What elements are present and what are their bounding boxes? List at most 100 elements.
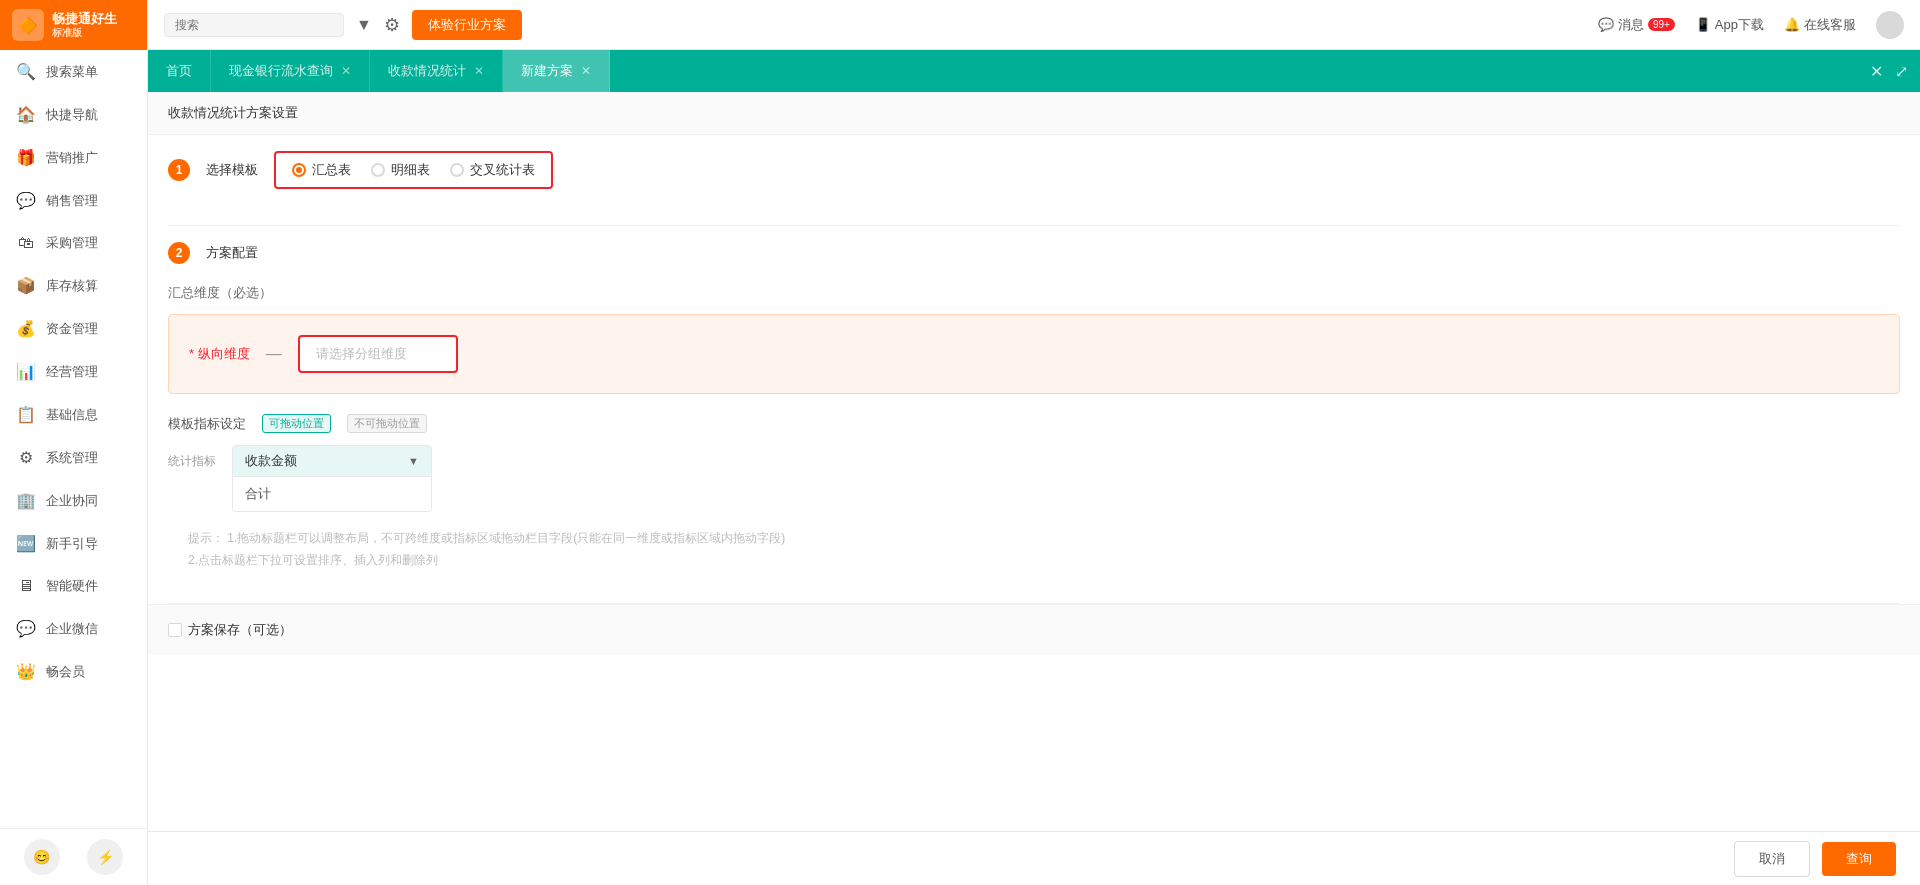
dimension-title: 汇总维度（必选）: [168, 284, 1900, 302]
sidebar-label-search-menu: 搜索菜单: [46, 63, 98, 81]
sidebar-item-marketing[interactable]: 🎁 营销推广: [0, 136, 147, 179]
close-window-icon[interactable]: ✕: [1870, 62, 1883, 81]
sidebar-icon-sales: 💬: [16, 191, 36, 210]
sidebar-item-cooperation[interactable]: 🏢 企业协同: [0, 479, 147, 522]
immovable-badge-label: 不可拖动位置: [354, 417, 420, 429]
sidebar-logo: 🔶 畅捷通好生 标准版: [0, 0, 147, 50]
sidebar-bottom: 😊 ⚡: [0, 828, 147, 885]
radio-summary-label: 汇总表: [312, 161, 351, 179]
tab-label-new-plan: 新建方案: [521, 62, 573, 80]
radio-summary[interactable]: 汇总表: [292, 161, 351, 179]
radio-cross[interactable]: 交叉统计表: [450, 161, 535, 179]
save-checkbox[interactable]: [168, 623, 182, 637]
sidebar-icon-search-menu: 🔍: [16, 62, 36, 81]
step1-row: 1 选择模板 汇总表 明细表: [168, 151, 1900, 189]
tab-label-home: 首页: [166, 62, 192, 80]
sidebar-icon-finance: 💰: [16, 319, 36, 338]
sidebar-label-system: 系统管理: [46, 449, 98, 467]
sidebar-items-list: 🔍 搜索菜单 🏠 快捷导航 🎁 营销推广 💬 销售管理 🛍 采购管理 📦 库存核…: [0, 50, 147, 693]
query-button[interactable]: 查询: [1822, 842, 1896, 876]
vertical-dimension-label: * 纵向维度: [189, 345, 250, 363]
search-input[interactable]: [164, 13, 344, 37]
sidebar-item-wechat[interactable]: 💬 企业微信: [0, 607, 147, 650]
radio-detail-label: 明细表: [391, 161, 430, 179]
sidebar-item-hardware[interactable]: 🖥 智能硬件: [0, 565, 147, 607]
logo-sub-text: 标准版: [52, 27, 117, 39]
sidebar-item-operations[interactable]: 📊 经营管理: [0, 350, 147, 393]
sidebar-label-guide: 新手引导: [46, 535, 98, 553]
movable-badge: 可拖动位置: [262, 414, 331, 433]
step2-badge: 2: [168, 242, 190, 264]
save-section: 方案保存（可选）: [148, 604, 1920, 655]
dimension-row: * 纵向维度 — 请选择分组维度: [189, 335, 1879, 373]
sidebar-item-inventory[interactable]: 📦 库存核算: [0, 264, 147, 307]
tab-new-plan[interactable]: 新建方案 ✕: [503, 50, 610, 92]
metrics-table: 收款金额 ▼ 合计: [232, 445, 432, 512]
settings-icon[interactable]: ⚙: [384, 14, 400, 36]
dimension-select[interactable]: 请选择分组维度: [298, 335, 458, 373]
message-badge: 99+: [1648, 18, 1675, 31]
stats-label-col: 统计指标: [168, 445, 216, 477]
step1-label: 选择模板: [206, 161, 258, 179]
sidebar-icon-quick-nav: 🏠: [16, 105, 36, 124]
sidebar-item-member[interactable]: 👑 畅会员: [0, 650, 147, 693]
sidebar-item-guide[interactable]: 🆕 新手引导: [0, 522, 147, 565]
sidebar-item-base-info[interactable]: 📋 基础信息: [0, 393, 147, 436]
radio-cross-label: 交叉统计表: [470, 161, 535, 179]
app-download-btn[interactable]: 📱 App下载: [1695, 16, 1764, 34]
save-checkbox-label[interactable]: 方案保存（可选）: [168, 621, 292, 639]
user-avatar[interactable]: [1876, 11, 1904, 39]
sidebar-item-finance[interactable]: 💰 资金管理: [0, 307, 147, 350]
sidebar-item-sales[interactable]: 💬 销售管理: [0, 179, 147, 222]
sidebar-icon-guide: 🆕: [16, 534, 36, 553]
tab-close-bank-flow[interactable]: ✕: [341, 64, 351, 78]
sidebar-icon-base-info: 📋: [16, 405, 36, 424]
metrics-table-header[interactable]: 收款金额 ▼: [233, 446, 431, 477]
sidebar-icon-hardware: 🖥: [16, 577, 36, 595]
sidebar-label-finance: 资金管理: [46, 320, 98, 338]
sidebar-icon-cooperation: 🏢: [16, 491, 36, 510]
sidebar-item-purchase[interactable]: 🛍 采购管理: [0, 222, 147, 264]
column-dropdown-icon[interactable]: ▼: [408, 455, 419, 467]
sidebar-label-purchase: 采购管理: [46, 234, 98, 252]
tab-close-new-plan[interactable]: ✕: [581, 64, 591, 78]
tab-home[interactable]: 首页: [148, 50, 211, 92]
immovable-badge: 不可拖动位置: [347, 414, 427, 433]
trial-button[interactable]: 体验行业方案: [412, 10, 522, 40]
sidebar-icon-purchase: 🛍: [16, 234, 36, 252]
sidebar-label-quick-nav: 快捷导航: [46, 106, 98, 124]
sidebar-label-member: 畅会员: [46, 663, 85, 681]
sidebar-label-cooperation: 企业协同: [46, 492, 98, 510]
online-service-btn[interactable]: 🔔 在线客服: [1784, 16, 1856, 34]
sidebar-item-quick-nav[interactable]: 🏠 快捷导航: [0, 93, 147, 136]
tab-close-collection-stats[interactable]: ✕: [474, 64, 484, 78]
page-title-bar: 收款情况统计方案设置: [148, 92, 1920, 135]
sidebar-item-system[interactable]: ⚙ 系统管理: [0, 436, 147, 479]
movable-badge-label: 可拖动位置: [269, 417, 324, 429]
sidebar-label-inventory: 库存核算: [46, 277, 98, 295]
stats-column-label: 统计指标: [168, 445, 216, 477]
online-service-label: 在线客服: [1804, 16, 1856, 34]
service-icon: 🔔: [1784, 17, 1800, 32]
message-label: 消息: [1618, 16, 1644, 34]
sidebar-label-base-info: 基础信息: [46, 406, 98, 424]
dropdown-icon[interactable]: ▼: [356, 16, 372, 34]
radio-detail[interactable]: 明细表: [371, 161, 430, 179]
page-title: 收款情况统计方案设置: [168, 105, 298, 120]
sidebar-bottom-btn-right[interactable]: ⚡: [87, 839, 123, 875]
cancel-button[interactable]: 取消: [1734, 841, 1810, 877]
step2-header-row: 2 方案配置: [168, 242, 1900, 264]
sidebar-icon-operations: 📊: [16, 362, 36, 381]
message-btn[interactable]: 💬 消息 99+: [1598, 16, 1675, 34]
hint-line-2: 2.点击标题栏下拉可设置排序、插入列和删除列: [188, 550, 1880, 572]
tab-bank-flow[interactable]: 现金银行流水查询✕: [211, 50, 370, 92]
sidebar-bottom-btn-left[interactable]: 😊: [24, 839, 60, 875]
main-content: ▼ ⚙ 体验行业方案 💬 消息 99+ 📱 App下载 🔔 在线客服 首页 现金银…: [148, 0, 1920, 885]
tab-collection-stats[interactable]: 收款情况统计✕: [370, 50, 503, 92]
sidebar-label-sales: 销售管理: [46, 192, 98, 210]
maximize-icon[interactable]: ⤢: [1895, 62, 1908, 81]
sidebar-item-search-menu[interactable]: 🔍 搜索菜单: [0, 50, 147, 93]
step1-badge: 1: [168, 159, 190, 181]
dimension-select-placeholder: 请选择分组维度: [316, 346, 407, 361]
radio-circle-detail: [371, 163, 385, 177]
